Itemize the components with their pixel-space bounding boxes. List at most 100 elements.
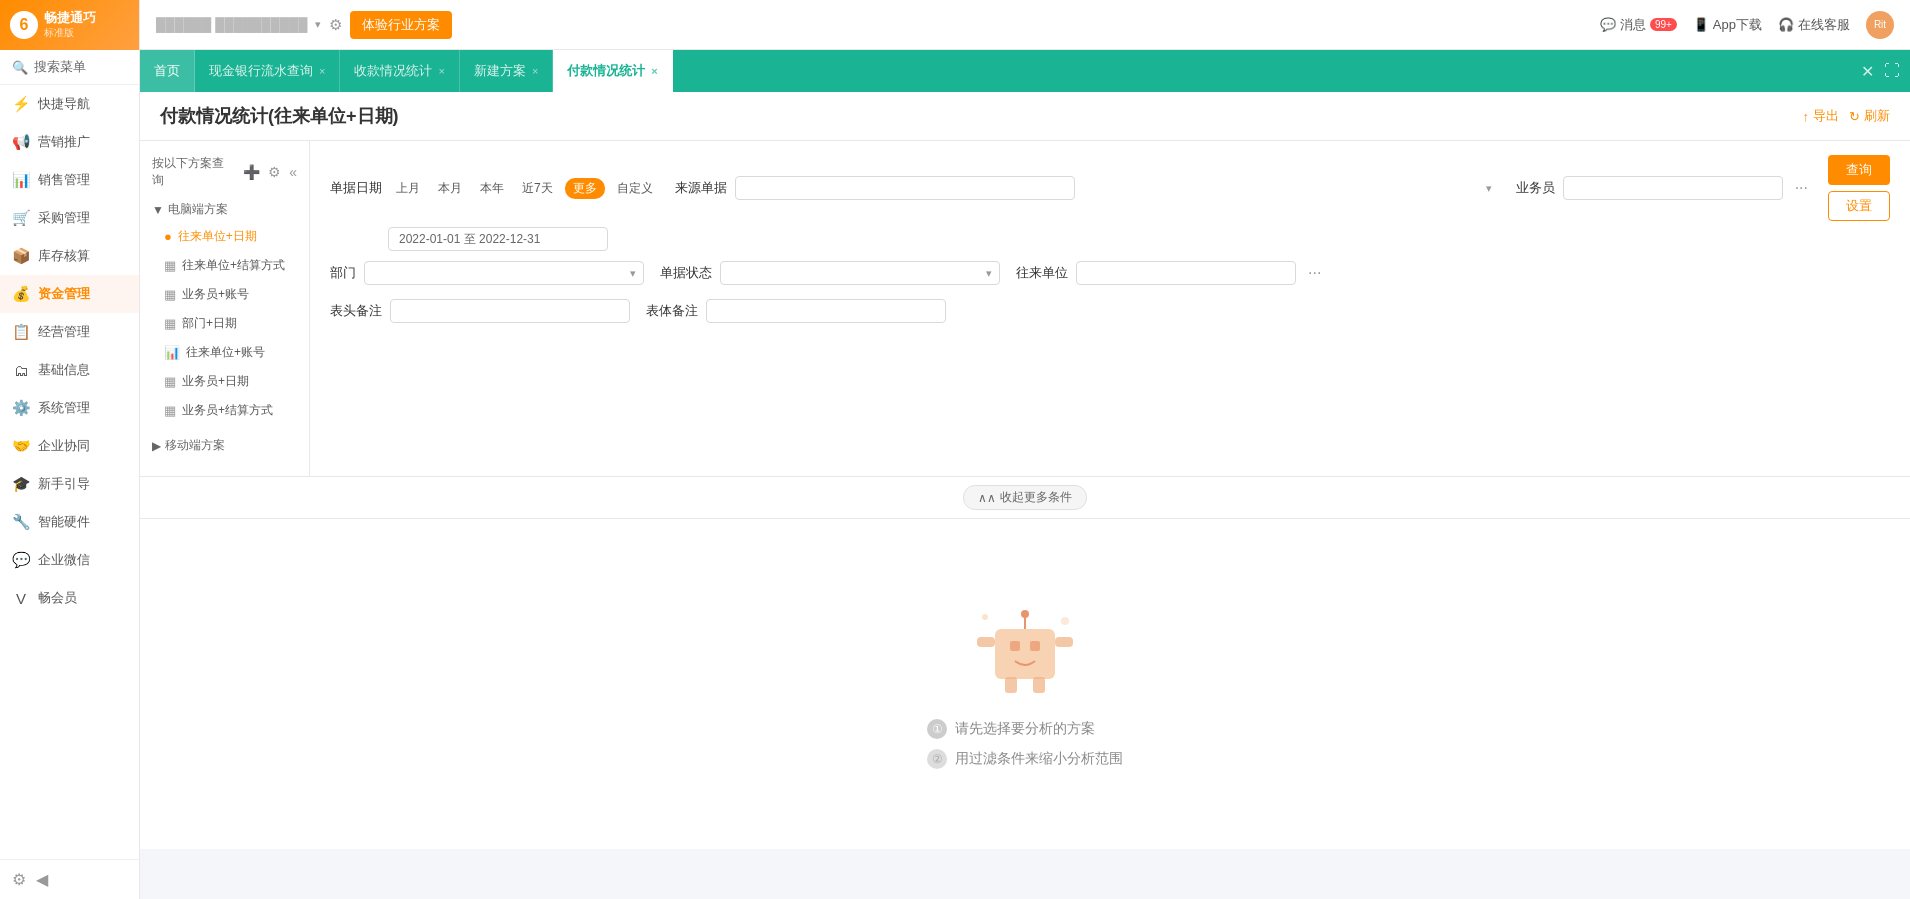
settings-btn[interactable]: 设置 [1828,191,1890,221]
date-this-year[interactable]: 本年 [474,178,510,199]
online-support-btn[interactable]: 🎧 在线客服 [1778,16,1850,34]
sidebar-item-purchase[interactable]: 🛒 采购管理 [0,199,139,237]
sidebar-item-operations[interactable]: 📋 经营管理 [0,313,139,351]
sidebar-item-base-info[interactable]: 🗂 基础信息 [0,351,139,389]
export-icon: ↑ [1803,109,1810,124]
tab-payment-stats-close[interactable]: × [651,65,657,77]
finance-icon: 💰 [12,285,30,303]
tab-new-scheme[interactable]: 新建方案 × [460,50,553,92]
filter-row-2: 部门 单据状态 往来单位 ··· [330,261,1890,285]
sidebar-item-marketing[interactable]: 📢 营销推广 [0,123,139,161]
scheme-unit-settle[interactable]: ▦ 往来单位+结算方式 [140,251,309,280]
tab-close-all-icon[interactable]: ✕ [1861,62,1874,81]
filter-body-remark-field: 表体备注 [646,299,946,323]
counterpart-input[interactable] [1076,261,1296,285]
scheme-staff-settle[interactable]: ▦ 业务员+结算方式 [140,396,309,425]
hint-num-1: ① [927,719,947,739]
sidebar-subtitle: 标准版 [44,26,96,40]
sidebar-item-wechat[interactable]: 💬 企业微信 [0,541,139,579]
staff-input[interactable] [1563,176,1783,200]
desktop-group-header[interactable]: ▼ 电脑端方案 [140,197,309,222]
system-icon: ⚙️ [12,399,30,417]
scheme-unit-account[interactable]: 📊 往来单位+账号 [140,338,309,367]
trial-btn[interactable]: 体验行业方案 [350,11,452,39]
tab-new-scheme-close[interactable]: × [532,65,538,77]
filter-row-3: 表头备注 表体备注 [330,299,1890,323]
app-download-btn[interactable]: 📱 App下载 [1693,16,1762,34]
sidebar-item-enterprise[interactable]: 🤝 企业协同 [0,427,139,465]
topbar-gear-icon[interactable]: ⚙ [329,16,342,34]
body-remark-label: 表体备注 [646,302,698,320]
date-range-row: 2022-01-01 至 2022-12-31 [330,227,1890,251]
nav-item-label: 企业协同 [38,437,90,455]
desktop-scheme-group: ▼ 电脑端方案 ● 往来单位+日期 ▦ 往来单位+结算方式 ▦ 业务员+账号 [140,197,309,433]
sidebar-item-hardware[interactable]: 🔧 智能硬件 [0,503,139,541]
staff-label: 业务员 [1516,179,1555,197]
filter-header-remark-field: 表头备注 [330,299,630,323]
account-name: ██████ ██████████ [156,17,307,32]
settings-footer-icon[interactable]: ⚙ [12,870,26,889]
scheme-unit-date[interactable]: ● 往来单位+日期 [140,222,309,251]
sidebar-search[interactable]: 🔍 搜索菜单 [0,50,139,85]
topbar-right: 💬 消息 99+ 📱 App下载 🎧 在线客服 Rit [1600,11,1894,39]
sidebar-item-guide[interactable]: 🎓 新手引导 [0,465,139,503]
tab-receipts[interactable]: 收款情况统计 × [340,50,459,92]
collapse-btn[interactable]: ∧∧ 收起更多条件 [963,485,1087,510]
date-7days[interactable]: 近7天 [516,178,559,199]
tab-fullscreen-icon[interactable]: ⛶ [1884,62,1900,80]
date-more[interactable]: 更多 [565,178,605,199]
scheme-dept-date[interactable]: ▦ 部门+日期 [140,309,309,338]
operations-icon: 📋 [12,323,30,341]
sidebar-item-member[interactable]: V 畅会员 [0,579,139,617]
scheme-collapse-icon[interactable]: « [289,164,297,180]
sidebar-item-system[interactable]: ⚙️ 系统管理 [0,389,139,427]
sidebar-item-finance[interactable]: 💰 资金管理 [0,275,139,313]
scheme-staff-account[interactable]: ▦ 业务员+账号 [140,280,309,309]
body-remark-input[interactable] [706,299,946,323]
nav-item-label: 畅会员 [38,589,77,607]
empty-state: ① 请先选择要分析的方案 ② 用过滤条件来缩小分析范围 [140,519,1910,849]
scheme-add-icon[interactable]: ➕ [243,164,260,180]
collapse-sidebar-icon[interactable]: ◀ [36,870,48,889]
mobile-group-header[interactable]: ▶ 移动端方案 [140,433,309,458]
search-icon: 🔍 [12,60,28,75]
date-options: 上月 本月 本年 近7天 更多 自定义 [390,178,659,199]
messages-btn[interactable]: 💬 消息 99+ [1600,16,1677,34]
scheme-unit-date-label: 往来单位+日期 [178,228,257,245]
source-select[interactable] [735,176,1075,200]
header-remark-input[interactable] [390,299,630,323]
sidebar-item-inventory[interactable]: 📦 库存核算 [0,237,139,275]
scheme-dept-date-label: 部门+日期 [182,315,237,332]
sidebar: 6 畅捷通巧 标准版 🔍 搜索菜单 ⚡ 快捷导航 📢 营销推广 📊 销售管理 🛒… [0,0,140,899]
date-last-month[interactable]: 上月 [390,178,426,199]
tab-home[interactable]: 首页 [140,50,195,92]
mobile-scheme-group: ▶ 移动端方案 [140,433,309,466]
scheme-unit-date-icon: ● [164,229,172,244]
tab-payment-stats[interactable]: 付款情况统计 × [553,50,672,92]
query-btn[interactable]: 查询 [1828,155,1890,185]
empty-svg [965,599,1085,699]
dept-select[interactable] [364,261,644,285]
staff-dots[interactable]: ··· [1791,179,1812,197]
doc-status-select[interactable] [720,261,1000,285]
tab-receipts-close[interactable]: × [438,65,444,77]
counterpart-dots[interactable]: ··· [1304,264,1325,282]
main-area: ██████ ██████████ ▾ ⚙ 体验行业方案 💬 消息 99+ 📱 … [140,0,1910,899]
base-info-icon: 🗂 [12,361,30,379]
user-avatar[interactable]: Rit [1866,11,1894,39]
refresh-btn[interactable]: ↻ 刷新 [1849,107,1890,125]
date-range-input[interactable]: 2022-01-01 至 2022-12-31 [388,227,608,251]
date-this-month[interactable]: 本月 [432,178,468,199]
account-dropdown-icon[interactable]: ▾ [315,18,321,31]
nav-item-label: 采购管理 [38,209,90,227]
scheme-settings-icon[interactable]: ⚙ [268,164,281,180]
inventory-icon: 📦 [12,247,30,265]
sidebar-item-sales[interactable]: 📊 销售管理 [0,161,139,199]
export-btn[interactable]: ↑ 导出 [1803,107,1840,125]
date-custom[interactable]: 自定义 [611,178,659,199]
tab-bank-flow[interactable]: 现金银行流水查询 × [195,50,340,92]
tab-bank-flow-close[interactable]: × [319,65,325,77]
sidebar-item-quick-nav[interactable]: ⚡ 快捷导航 [0,85,139,123]
tab-receipts-label: 收款情况统计 [354,62,432,80]
scheme-staff-date[interactable]: ▦ 业务员+日期 [140,367,309,396]
